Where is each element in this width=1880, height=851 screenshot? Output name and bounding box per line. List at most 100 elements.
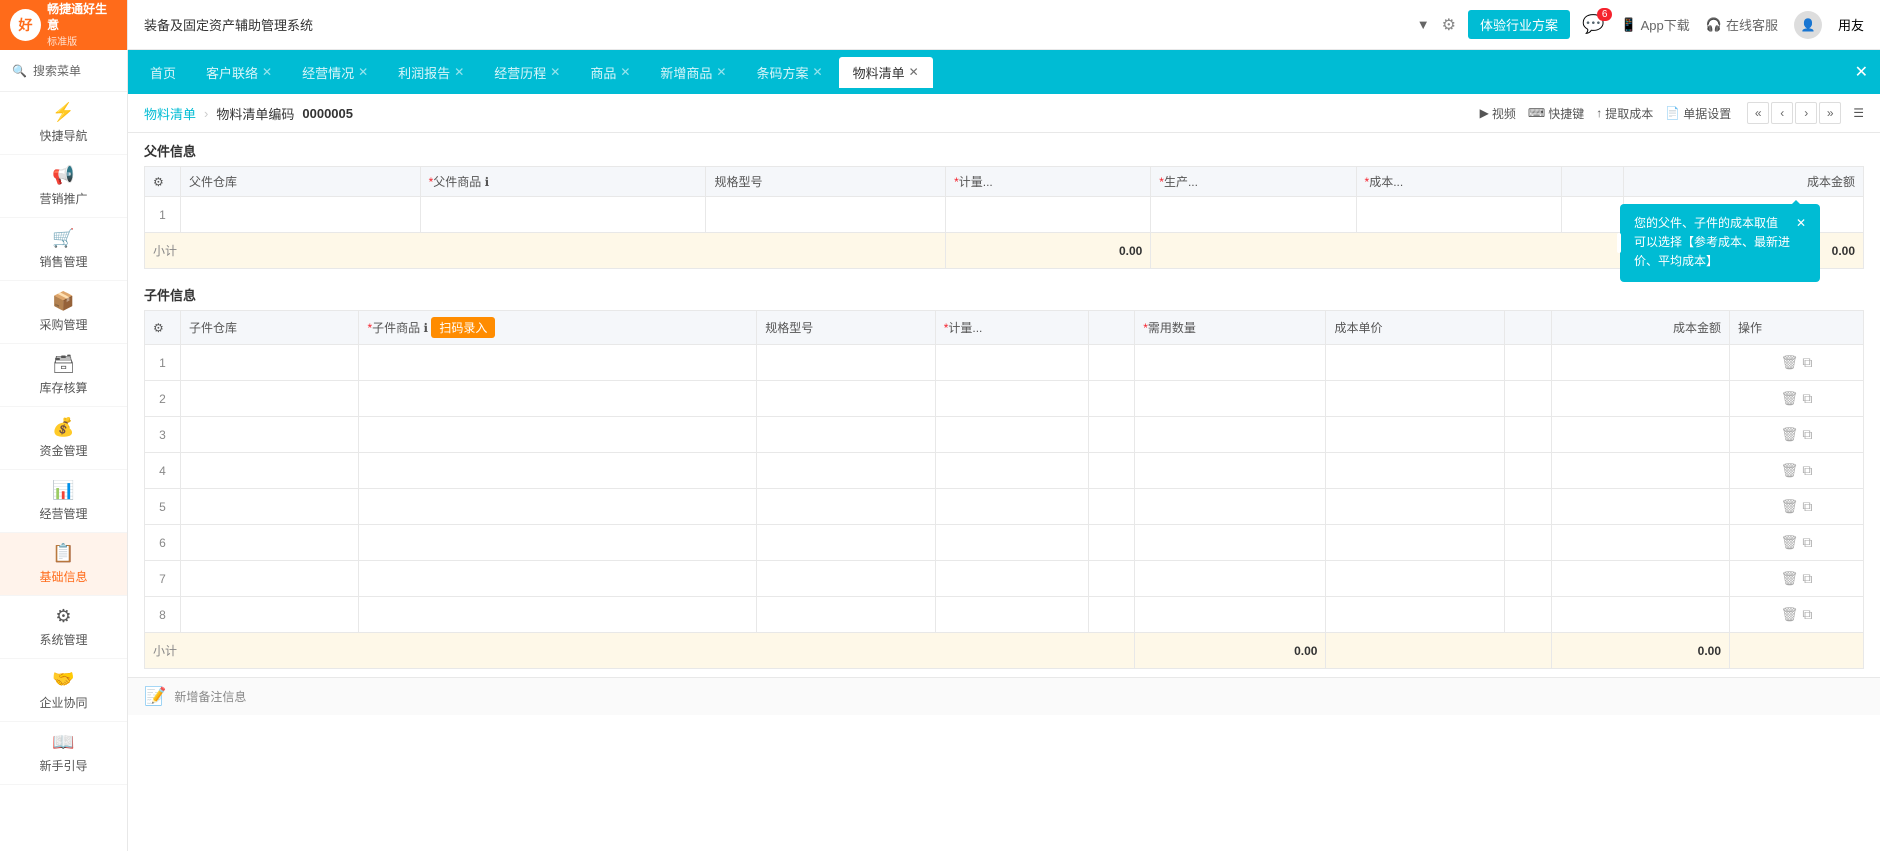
copy-icon[interactable]: ⧉ xyxy=(1802,534,1812,551)
parent-cell-warehouse[interactable] xyxy=(181,197,421,233)
tab-bom[interactable]: 物料清单 ✕ xyxy=(839,57,933,88)
sidebar-item-guide[interactable]: 📖 新手引导 xyxy=(0,722,127,785)
tab-close-icon[interactable]: ✕ xyxy=(262,65,272,79)
prev-page-button[interactable]: ‹ xyxy=(1771,102,1793,124)
child-cell-warehouse[interactable] xyxy=(181,525,359,561)
child-cell-goods[interactable] xyxy=(359,489,757,525)
child-cell-unit-cost[interactable] xyxy=(1326,525,1504,561)
online-support-button[interactable]: 🎧 在线客服 xyxy=(1706,15,1778,34)
copy-icon[interactable]: ⧉ xyxy=(1802,606,1812,623)
search-menu-button[interactable]: 🔍 搜索菜单 xyxy=(8,58,119,83)
child-cell-spec[interactable] xyxy=(757,381,935,417)
delete-icon[interactable]: 🗑 xyxy=(1781,534,1799,551)
sidebar-item-purchase[interactable]: 📦 采购管理 xyxy=(0,281,127,344)
child-cell-warehouse[interactable] xyxy=(181,417,359,453)
child-cell-warehouse[interactable] xyxy=(181,597,359,633)
tab-goods[interactable]: 商品 ✕ xyxy=(576,57,644,88)
child-cell-unit[interactable] xyxy=(935,597,1088,633)
child-cell-unit[interactable] xyxy=(935,345,1088,381)
scan-input-button[interactable]: 扫码录入 xyxy=(431,317,495,338)
child-cell-spec[interactable] xyxy=(757,417,935,453)
child-cell-warehouse[interactable] xyxy=(181,489,359,525)
user-area[interactable]: 👤 xyxy=(1794,11,1822,39)
next-page-button[interactable]: › xyxy=(1795,102,1817,124)
child-cell-qty[interactable] xyxy=(1135,453,1326,489)
tab-close-icon[interactable]: ✕ xyxy=(716,65,726,79)
child-cell-unit-cost[interactable] xyxy=(1326,417,1504,453)
breadcrumb-parent[interactable]: 物料清单 xyxy=(144,104,196,123)
message-area[interactable]: 💬 6 xyxy=(1582,14,1604,35)
child-cell-spec[interactable] xyxy=(757,345,935,381)
child-cell-qty[interactable] xyxy=(1135,417,1326,453)
parent-cell-produce[interactable] xyxy=(1151,197,1356,233)
copy-icon[interactable]: ⧉ xyxy=(1802,390,1812,407)
copy-icon[interactable]: ⧉ xyxy=(1802,570,1812,587)
delete-icon[interactable]: 🗑 xyxy=(1781,498,1799,515)
tab-close-icon[interactable]: ✕ xyxy=(909,65,919,79)
tab-operation[interactable]: 经营情况 ✕ xyxy=(288,57,382,88)
child-cell-unit-cost[interactable] xyxy=(1326,345,1504,381)
child-cell-spec[interactable] xyxy=(757,453,935,489)
parent-cell-cost[interactable] xyxy=(1356,197,1561,233)
child-cell-spec[interactable] xyxy=(757,561,935,597)
child-cell-unit-cost[interactable] xyxy=(1326,381,1504,417)
child-cell-unit[interactable] xyxy=(935,525,1088,561)
settings-button[interactable]: ⚙ xyxy=(1442,15,1456,35)
copy-icon[interactable]: ⧉ xyxy=(1802,426,1812,443)
parent-cell-unit[interactable] xyxy=(946,197,1151,233)
child-cell-qty[interactable] xyxy=(1135,381,1326,417)
trial-button[interactable]: 体验行业方案 xyxy=(1468,10,1570,39)
tab-customer[interactable]: 客户联络 ✕ xyxy=(192,57,286,88)
sidebar-item-inventory[interactable]: 🗃 库存核算 xyxy=(0,344,127,407)
sidebar-item-quick-nav[interactable]: ⚡ 快捷导航 xyxy=(0,92,127,155)
delete-icon[interactable]: 🗑 xyxy=(1781,354,1799,371)
tab-close-icon[interactable]: ✕ xyxy=(358,65,368,79)
sidebar-item-finance[interactable]: 💰 资金管理 xyxy=(0,407,127,470)
child-cell-qty[interactable] xyxy=(1135,597,1326,633)
child-cell-unit[interactable] xyxy=(935,381,1088,417)
child-cell-spec[interactable] xyxy=(757,597,935,633)
shortcut-button[interactable]: ⌨ 快捷键 xyxy=(1528,105,1584,122)
tab-close-icon[interactable]: ✕ xyxy=(550,65,560,79)
tab-profit[interactable]: 利润报告 ✕ xyxy=(384,57,478,88)
single-setting-button[interactable]: 📄 单据设置 xyxy=(1665,105,1731,122)
child-cell-warehouse[interactable] xyxy=(181,561,359,597)
search-area[interactable]: 🔍 搜索菜单 xyxy=(0,50,127,92)
child-cell-qty[interactable] xyxy=(1135,525,1326,561)
child-cell-unit[interactable] xyxy=(935,453,1088,489)
child-cell-goods[interactable] xyxy=(359,597,757,633)
close-all-tabs-icon[interactable]: ✕ xyxy=(1851,58,1872,86)
parent-col-settings[interactable]: ⚙ xyxy=(145,167,181,197)
tooltip-close-button[interactable]: ✕ xyxy=(1796,214,1806,233)
copy-icon[interactable]: ⧉ xyxy=(1802,462,1812,479)
sidebar-item-enterprise[interactable]: 🤝 企业协同 xyxy=(0,659,127,722)
child-cell-unit-cost[interactable] xyxy=(1326,453,1504,489)
tab-close-icon[interactable]: ✕ xyxy=(813,65,823,79)
child-cell-qty[interactable] xyxy=(1135,489,1326,525)
expand-icon-button[interactable]: ☰ xyxy=(1853,106,1864,120)
last-page-button[interactable]: » xyxy=(1819,102,1841,124)
child-cell-goods[interactable] xyxy=(359,561,757,597)
delete-icon[interactable]: 🗑 xyxy=(1781,426,1799,443)
delete-icon[interactable]: 🗑 xyxy=(1781,606,1799,623)
child-cell-qty[interactable] xyxy=(1135,561,1326,597)
extract-cost-button[interactable]: ↑ 提取成本 xyxy=(1596,105,1653,122)
child-col-settings[interactable]: ⚙ xyxy=(145,311,181,345)
parent-cell-goods[interactable] xyxy=(420,197,706,233)
tab-history[interactable]: 经营历程 ✕ xyxy=(480,57,574,88)
tab-close-icon[interactable]: ✕ xyxy=(620,65,630,79)
delete-icon[interactable]: 🗑 xyxy=(1781,462,1799,479)
child-cell-warehouse[interactable] xyxy=(181,381,359,417)
delete-icon[interactable]: 🗑 xyxy=(1781,390,1799,407)
child-cell-goods[interactable] xyxy=(359,381,757,417)
view-video-button[interactable]: ▶ 视频 xyxy=(1480,105,1516,122)
delete-icon[interactable]: 🗑 xyxy=(1781,570,1799,587)
sidebar-item-business[interactable]: 📊 经营管理 xyxy=(0,470,127,533)
sidebar-item-system[interactable]: ⚙ 系统管理 xyxy=(0,596,127,659)
child-cell-unit-cost[interactable] xyxy=(1326,489,1504,525)
sidebar-item-marketing[interactable]: 📢 营销推广 xyxy=(0,155,127,218)
child-cell-unit[interactable] xyxy=(935,561,1088,597)
app-download-button[interactable]: 📱 App下载 xyxy=(1620,15,1689,34)
child-cell-warehouse[interactable] xyxy=(181,345,359,381)
copy-icon[interactable]: ⧉ xyxy=(1802,498,1812,515)
